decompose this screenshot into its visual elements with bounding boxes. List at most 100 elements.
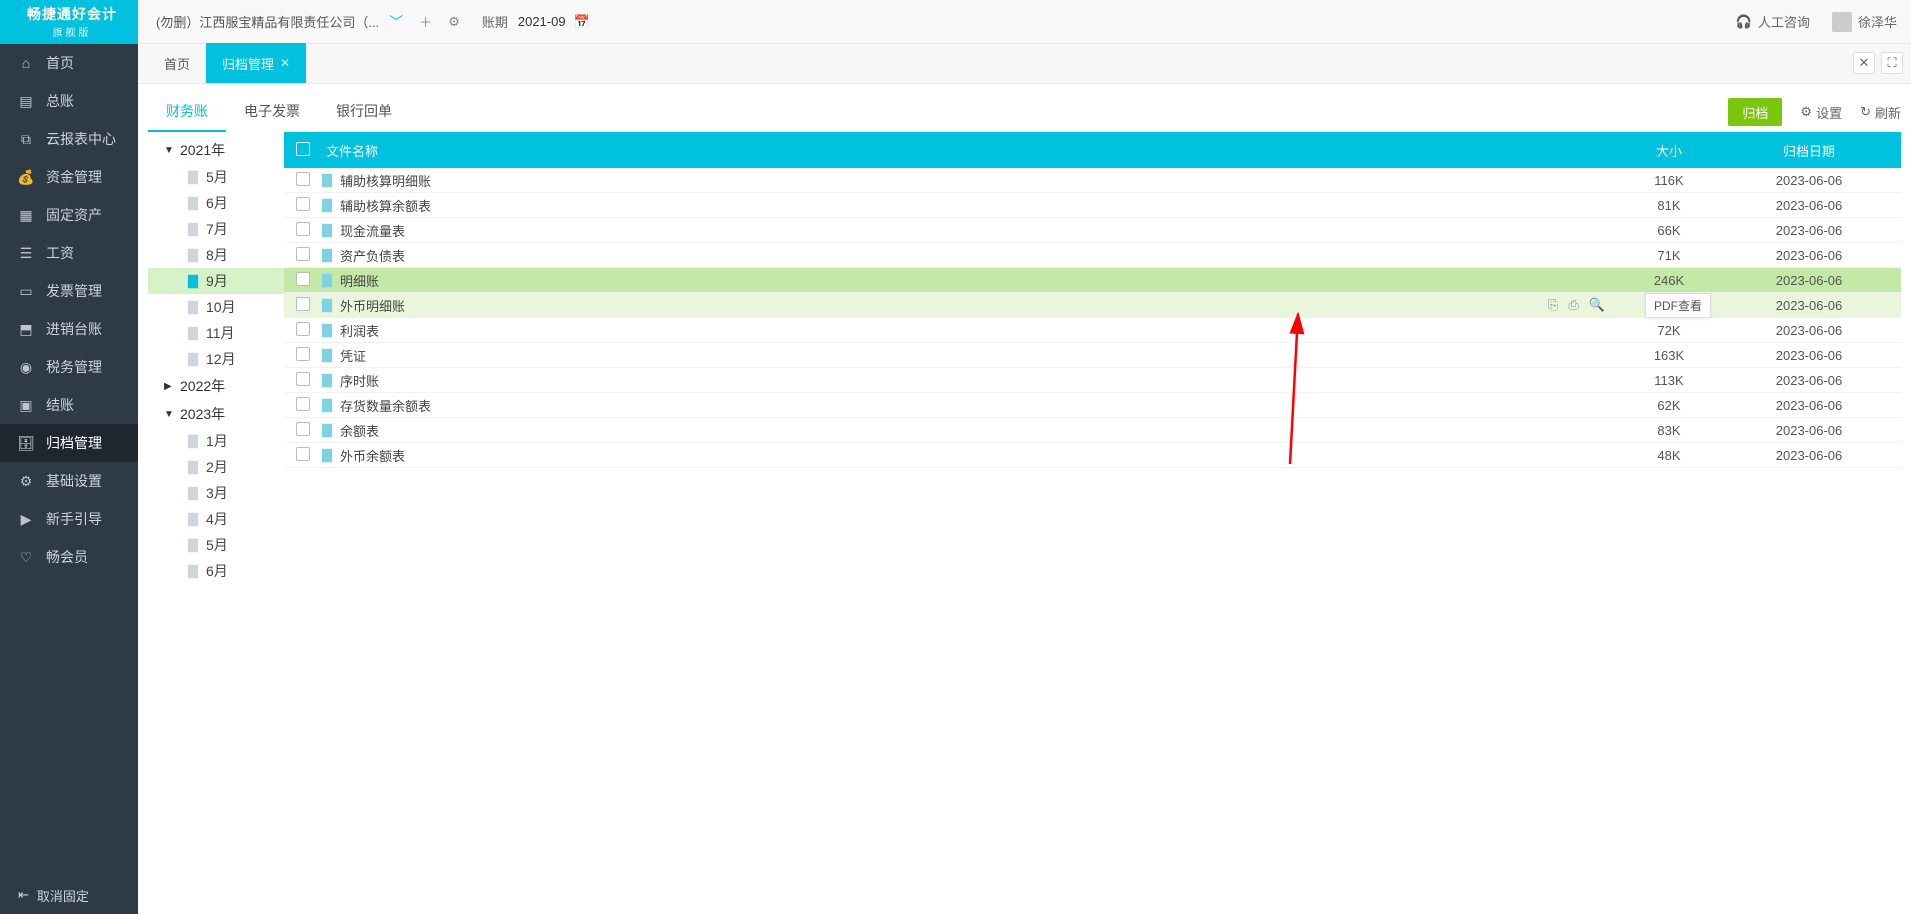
sidebar-icon: 🗄 <box>18 435 34 452</box>
tree-year-0[interactable]: ▼2021年 <box>148 136 284 164</box>
tree-month-2-3[interactable]: ▇4月 <box>148 506 284 532</box>
folder-icon: ▇ <box>188 433 198 449</box>
file-name: 余额表 <box>340 421 379 440</box>
tree-month-0-0[interactable]: ▇5月 <box>148 164 284 190</box>
sidebar-item-2[interactable]: ⧉云报表中心 <box>0 120 138 158</box>
download-pdf-icon[interactable]: ⎙ <box>1568 297 1578 313</box>
settings-link[interactable]: ⚙设置 <box>1800 103 1842 122</box>
sidebar-item-6[interactable]: ▭发票管理 <box>0 272 138 310</box>
table-row[interactable]: ▇辅助核算余额表 81K 2023-06-06 <box>284 193 1901 218</box>
consult-link[interactable]: 🎧 人工咨询 <box>1736 12 1810 31</box>
pdf-view-icon[interactable]: 🔍 <box>1589 297 1605 313</box>
row-action-icons: ⎘ ⎙ 🔍 <box>1548 297 1605 313</box>
col-name: 文件名称 <box>322 141 1609 160</box>
tree-month-0-1[interactable]: ▇6月 <box>148 190 284 216</box>
table-row[interactable]: ▇辅助核算明细账 116K 2023-06-06 <box>284 168 1901 193</box>
row-checkbox[interactable] <box>296 272 310 286</box>
tree-month-0-7[interactable]: ▇12月 <box>148 346 284 372</box>
sidebar-item-7[interactable]: ⬒进销台账 <box>0 310 138 348</box>
sidebar-item-10[interactable]: 🗄归档管理 <box>0 424 138 462</box>
sub-tab-0[interactable]: 财务账 <box>148 92 226 132</box>
sidebar-item-13[interactable]: ♡畅会员 <box>0 538 138 576</box>
row-checkbox[interactable] <box>296 172 310 186</box>
sidebar-item-5[interactable]: ☰工资 <box>0 234 138 272</box>
tab-close-button[interactable]: ✕ <box>1853 52 1875 74</box>
select-all-checkbox[interactable] <box>296 142 310 156</box>
row-checkbox[interactable] <box>296 372 310 386</box>
file-name: 序时账 <box>340 371 379 390</box>
folder-icon: ▇ <box>322 247 332 263</box>
folder-icon: ▇ <box>322 397 332 413</box>
row-checkbox[interactable] <box>296 247 310 261</box>
sidebar-item-9[interactable]: ▣结账 <box>0 386 138 424</box>
table-row[interactable]: ▇序时账 113K 2023-06-06 <box>284 368 1901 393</box>
file-size: 71K <box>1609 248 1729 263</box>
folder-icon: ▇ <box>322 197 332 213</box>
archive-date: 2023-06-06 <box>1729 423 1889 438</box>
archive-date: 2023-06-06 <box>1729 448 1889 463</box>
sidebar-item-0[interactable]: ⌂首页 <box>0 44 138 82</box>
table-row[interactable]: ▇利润表 72K 2023-06-06 <box>284 318 1901 343</box>
calendar-icon[interactable]: 📅 <box>574 14 590 30</box>
add-company-button[interactable]: ＋ <box>419 12 432 31</box>
table-row[interactable]: ▇凭证 163K 2023-06-06 <box>284 343 1901 368</box>
unpin-button[interactable]: ⇤取消固定 <box>0 876 138 914</box>
row-checkbox[interactable] <box>296 197 310 211</box>
folder-icon: ▇ <box>188 325 198 341</box>
tree-month-0-3[interactable]: ▇8月 <box>148 242 284 268</box>
table-row[interactable]: ▇外币余额表 48K 2023-06-06 <box>284 443 1901 468</box>
tree-month-2-5[interactable]: ▇6月 <box>148 558 284 584</box>
refresh-link[interactable]: ↻刷新 <box>1860 103 1901 122</box>
company-selector[interactable]: (勿删）江西服宝精品有限责任公司（... ﹀ <box>156 12 403 32</box>
row-checkbox[interactable] <box>296 297 310 311</box>
folder-icon: ▇ <box>322 297 332 313</box>
file-size: 62K <box>1609 398 1729 413</box>
row-checkbox[interactable] <box>296 397 310 411</box>
file-size: 83K <box>1609 423 1729 438</box>
tree-month-0-6[interactable]: ▇11月 <box>148 320 284 346</box>
tree-month-0-5[interactable]: ▇10月 <box>148 294 284 320</box>
archive-date: 2023-06-06 <box>1729 223 1889 238</box>
page-tab-1[interactable]: 归档管理✕ <box>206 43 306 83</box>
row-checkbox[interactable] <box>296 422 310 436</box>
sub-tab-1[interactable]: 电子发票 <box>226 92 318 132</box>
user-menu[interactable]: 徐泽华 <box>1832 12 1897 32</box>
row-checkbox[interactable] <box>296 447 310 461</box>
sidebar-item-12[interactable]: ▶新手引导 <box>0 500 138 538</box>
table-row[interactable]: ▇明细账 246K 2023-06-06 <box>284 268 1901 293</box>
tree-month-2-2[interactable]: ▇3月 <box>148 480 284 506</box>
tree-month-0-2[interactable]: ▇7月 <box>148 216 284 242</box>
sub-tab-2[interactable]: 银行回单 <box>318 92 410 132</box>
archive-button[interactable]: 归档 <box>1728 98 1782 126</box>
table-row[interactable]: ▇存货数量余额表 62K 2023-06-06 <box>284 393 1901 418</box>
period-value[interactable]: 2021-09 <box>518 14 566 29</box>
download-excel-icon[interactable]: ⎘ <box>1548 297 1558 313</box>
company-settings-icon[interactable]: ⚙ <box>448 14 460 30</box>
tree-month-0-4[interactable]: ▇9月 <box>148 268 284 294</box>
row-checkbox[interactable] <box>296 322 310 336</box>
close-tab-icon[interactable]: ✕ <box>280 56 290 70</box>
tree-month-2-4[interactable]: ▇5月 <box>148 532 284 558</box>
row-checkbox[interactable] <box>296 222 310 236</box>
table-row[interactable]: ▇外币明细账 ⎘ ⎙ 🔍 PDF查看 5K 2023-06-06 <box>284 293 1901 318</box>
sidebar-item-1[interactable]: ▤总账 <box>0 82 138 120</box>
table-row[interactable]: ▇现金流量表 66K 2023-06-06 <box>284 218 1901 243</box>
sidebar-item-8[interactable]: ◉税务管理 <box>0 348 138 386</box>
sidebar-item-11[interactable]: ⚙基础设置 <box>0 462 138 500</box>
sidebar-label: 结账 <box>46 395 74 415</box>
tree-month-2-1[interactable]: ▇2月 <box>148 454 284 480</box>
sidebar-label: 税务管理 <box>46 357 102 377</box>
sidebar-icon: ▭ <box>18 283 34 300</box>
sidebar-label: 云报表中心 <box>46 129 116 149</box>
row-checkbox[interactable] <box>296 347 310 361</box>
fullscreen-button[interactable]: ⛶ <box>1881 52 1903 74</box>
sidebar-label: 工资 <box>46 243 74 263</box>
tree-month-2-0[interactable]: ▇1月 <box>148 428 284 454</box>
sidebar-item-3[interactable]: 💰资金管理 <box>0 158 138 196</box>
sidebar-item-4[interactable]: ▦固定资产 <box>0 196 138 234</box>
tree-year-1[interactable]: ▶2022年 <box>148 372 284 400</box>
table-row[interactable]: ▇余额表 83K 2023-06-06 <box>284 418 1901 443</box>
tree-year-2[interactable]: ▼2023年 <box>148 400 284 428</box>
page-tab-0[interactable]: 首页 <box>148 43 206 83</box>
table-row[interactable]: ▇资产负债表 71K 2023-06-06 <box>284 243 1901 268</box>
